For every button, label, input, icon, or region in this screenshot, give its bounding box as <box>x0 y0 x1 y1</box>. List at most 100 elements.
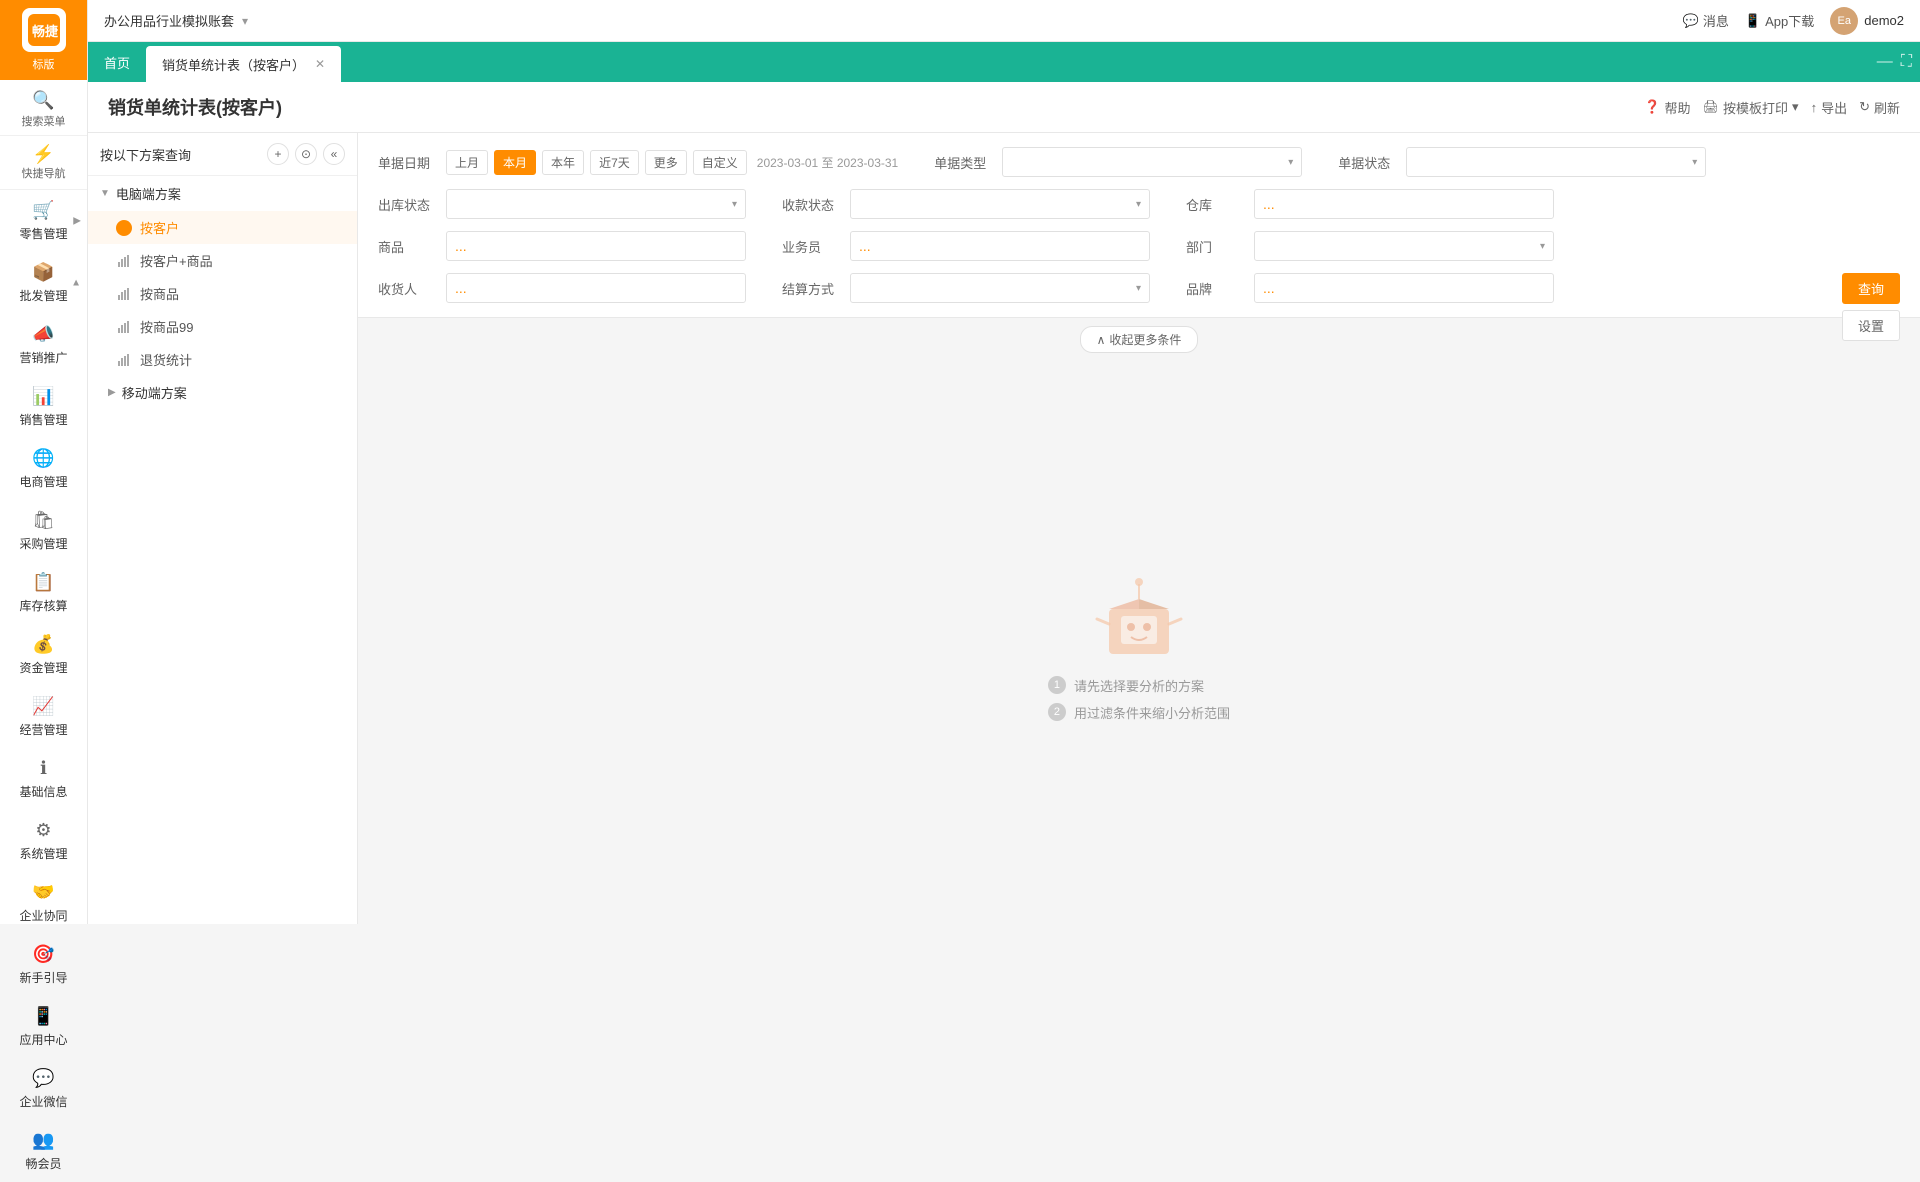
refresh-label: 刷新 <box>1874 98 1900 117</box>
filter-collapse-bar: ∧ 收起更多条件 <box>358 318 1920 361</box>
pay-status-label: 收款状态 <box>782 195 834 214</box>
inventory-label: 库存核算 <box>19 597 67 614</box>
export-btn[interactable]: ↑ 导出 <box>1811 98 1848 117</box>
scheme-section-desktop-header[interactable]: ▼ 电脑端方案 <box>88 176 357 211</box>
sidebar-item-app-center[interactable]: 📱 应用中心 <box>0 996 87 1058</box>
date-btn-more[interactable]: 更多 <box>645 150 687 175</box>
query-btn[interactable]: 查询 <box>1842 273 1900 304</box>
sidebar-item-wechat[interactable]: 💬 企业微信 <box>0 1058 87 1120</box>
marketing-label: 营销推广 <box>19 349 67 366</box>
system-label: 系统管理 <box>19 845 67 862</box>
scheme-item-by-goods-99[interactable]: 按商品99 <box>88 310 357 343</box>
scheme-item-by-goods[interactable]: 按商品 <box>88 277 357 310</box>
warehouse-ellipsis[interactable]: ... <box>1263 196 1275 212</box>
sidebar-item-member[interactable]: 👥 畅会员 <box>0 1120 87 1182</box>
sidebar-item-sales[interactable]: 📊 销售管理 <box>0 376 87 438</box>
by-customer-label: 按客户 <box>140 218 179 237</box>
pay-status-select[interactable]: ▾ <box>850 189 1150 219</box>
date-btn-prev-month[interactable]: 上月 <box>446 150 488 175</box>
message-icon: 💬 <box>1683 13 1699 29</box>
print-btn[interactable]: 🖨 按模板打印 ▾ <box>1703 98 1799 117</box>
sidebar-item-operations[interactable]: 📈 经营管理 <box>0 686 87 748</box>
brand-label: 品牌 <box>1186 279 1238 298</box>
sidebar-item-finance[interactable]: 💰 资金管理 <box>0 624 87 686</box>
date-btn-current-month[interactable]: 本月 <box>494 150 536 175</box>
date-btn-custom[interactable]: 自定义 <box>693 150 747 175</box>
scheme-item-by-customer[interactable]: 按客户 <box>88 211 357 244</box>
goods-select[interactable]: ... <box>446 231 746 261</box>
ship-status-select[interactable]: ▾ <box>446 189 746 219</box>
salesperson-select[interactable]: ... <box>850 231 1150 261</box>
retail-arrow: ▶ <box>73 216 81 227</box>
brand-ellipsis[interactable]: ... <box>1263 280 1275 296</box>
user-profile-btn[interactable]: Ea demo2 <box>1830 7 1904 35</box>
app-download-btn[interactable]: 📱 App下载 <box>1745 11 1814 30</box>
sidebar-item-retail[interactable]: 🛒 零售管理 ▶ <box>0 190 87 252</box>
dept-select[interactable]: ▾ <box>1254 231 1554 261</box>
sidebar-item-quick-nav[interactable]: ⚡ 快捷导航 <box>0 136 87 190</box>
operations-label: 经营管理 <box>19 721 67 738</box>
return-stat-label: 退货统计 <box>140 350 192 369</box>
sidebar-item-enterprise[interactable]: 🤝 企业协同 <box>0 872 87 934</box>
right-content: 单据日期 上月 本月 本年 近7天 更多 自定义 2023-03-01 至 20… <box>358 133 1920 924</box>
settings-btn[interactable]: 设置 <box>1842 310 1900 341</box>
scheme-item-return-stat[interactable]: 退货统计 <box>88 343 357 376</box>
sidebar-item-search[interactable]: 🔍 搜索菜单 <box>0 80 87 136</box>
help-btn[interactable]: ❓ 帮助 <box>1644 98 1690 117</box>
export-label: 导出 <box>1821 98 1847 117</box>
sidebar-item-wholesale[interactable]: 📦 批发管理 ▲ <box>0 252 87 314</box>
logo-subtitle: 标版 <box>33 56 55 72</box>
sidebar-item-newbie[interactable]: 🎯 新手引导 <box>0 934 87 996</box>
salesperson-ellipsis[interactable]: ... <box>859 238 871 254</box>
tab-sales-stat[interactable]: 销货单统计表（按客户） ✕ <box>146 46 341 82</box>
mobile-section-arrow: ▶ <box>108 387 116 398</box>
account-dropdown-icon[interactable]: ▾ <box>242 14 248 28</box>
tab-maximize-btn[interactable]: ⛶ <box>1901 53 1912 71</box>
operations-icon: 📈 <box>32 696 54 717</box>
member-icon: 👥 <box>32 1130 54 1151</box>
dept-arrow: ▾ <box>1540 241 1545 252</box>
content-body: 按以下方案查询 + ⊙ « ▼ 电脑端方案 按客户 <box>88 133 1920 924</box>
app-logo[interactable]: 畅捷 标版 <box>0 0 87 80</box>
goods-ellipsis[interactable]: ... <box>455 238 467 254</box>
basic-info-icon: ℹ <box>40 758 47 779</box>
tab-close-icon[interactable]: ✕ <box>315 57 325 71</box>
refresh-btn[interactable]: ↻ 刷新 <box>1859 98 1900 117</box>
order-status-label: 单据状态 <box>1338 153 1390 172</box>
filter-row-2: 出库状态 ▾ 收款状态 ▾ 仓库 ... <box>378 189 1900 219</box>
scheme-settings-btn[interactable]: ⊙ <box>295 143 317 165</box>
logo-icon: 畅捷 <box>22 8 66 52</box>
date-btn-7days[interactable]: 近7天 <box>590 150 639 175</box>
app-center-icon: 📱 <box>32 1006 54 1027</box>
tab-minimize-btn[interactable]: — <box>1877 53 1893 71</box>
sidebar-item-basic-info[interactable]: ℹ 基础信息 <box>0 748 87 810</box>
sidebar-item-ecommerce[interactable]: 🌐 电商管理 <box>0 438 87 500</box>
tab-home[interactable]: 首页 <box>88 42 146 82</box>
header-left: 办公用品行业模拟账套 ▾ <box>104 11 248 30</box>
scheme-item-by-customer-goods[interactable]: 按客户+商品 <box>88 244 357 277</box>
warehouse-select[interactable]: ... <box>1254 189 1554 219</box>
order-type-arrow: ▾ <box>1288 157 1293 168</box>
marketing-icon: 📣 <box>32 324 54 345</box>
date-btn-current-year[interactable]: 本年 <box>542 150 584 175</box>
sidebar-item-marketing[interactable]: 📣 营销推广 <box>0 314 87 376</box>
scheme-collapse-btn[interactable]: « <box>323 143 345 165</box>
sidebar-item-system[interactable]: ⚙ 系统管理 <box>0 810 87 872</box>
sidebar-item-purchase[interactable]: 🛍 采购管理 <box>0 500 87 562</box>
settlement-select[interactable]: ▾ <box>850 273 1150 303</box>
brand-select[interactable]: ... <box>1254 273 1554 303</box>
scheme-section-mobile-header[interactable]: ▶ 移动端方案 <box>88 376 357 409</box>
pay-status-arrow: ▾ <box>1136 199 1141 210</box>
app-download-label: App下载 <box>1765 11 1814 30</box>
message-btn[interactable]: 💬 消息 <box>1683 11 1729 30</box>
by-goods-99-label: 按商品99 <box>140 317 193 336</box>
scheme-add-btn[interactable]: + <box>267 143 289 165</box>
collapse-btn[interactable]: ∧ 收起更多条件 <box>1080 326 1199 353</box>
sidebar-item-inventory[interactable]: 📋 库存核算 <box>0 562 87 624</box>
finance-label: 资金管理 <box>19 659 67 676</box>
receiver-select[interactable]: ... <box>446 273 746 303</box>
order-type-select[interactable]: ▾ <box>1002 147 1302 177</box>
main-area: 办公用品行业模拟账套 ▾ 💬 消息 📱 App下载 Ea demo2 首页 <box>88 0 1920 924</box>
receiver-ellipsis[interactable]: ... <box>455 280 467 296</box>
order-status-select[interactable]: ▾ <box>1406 147 1706 177</box>
